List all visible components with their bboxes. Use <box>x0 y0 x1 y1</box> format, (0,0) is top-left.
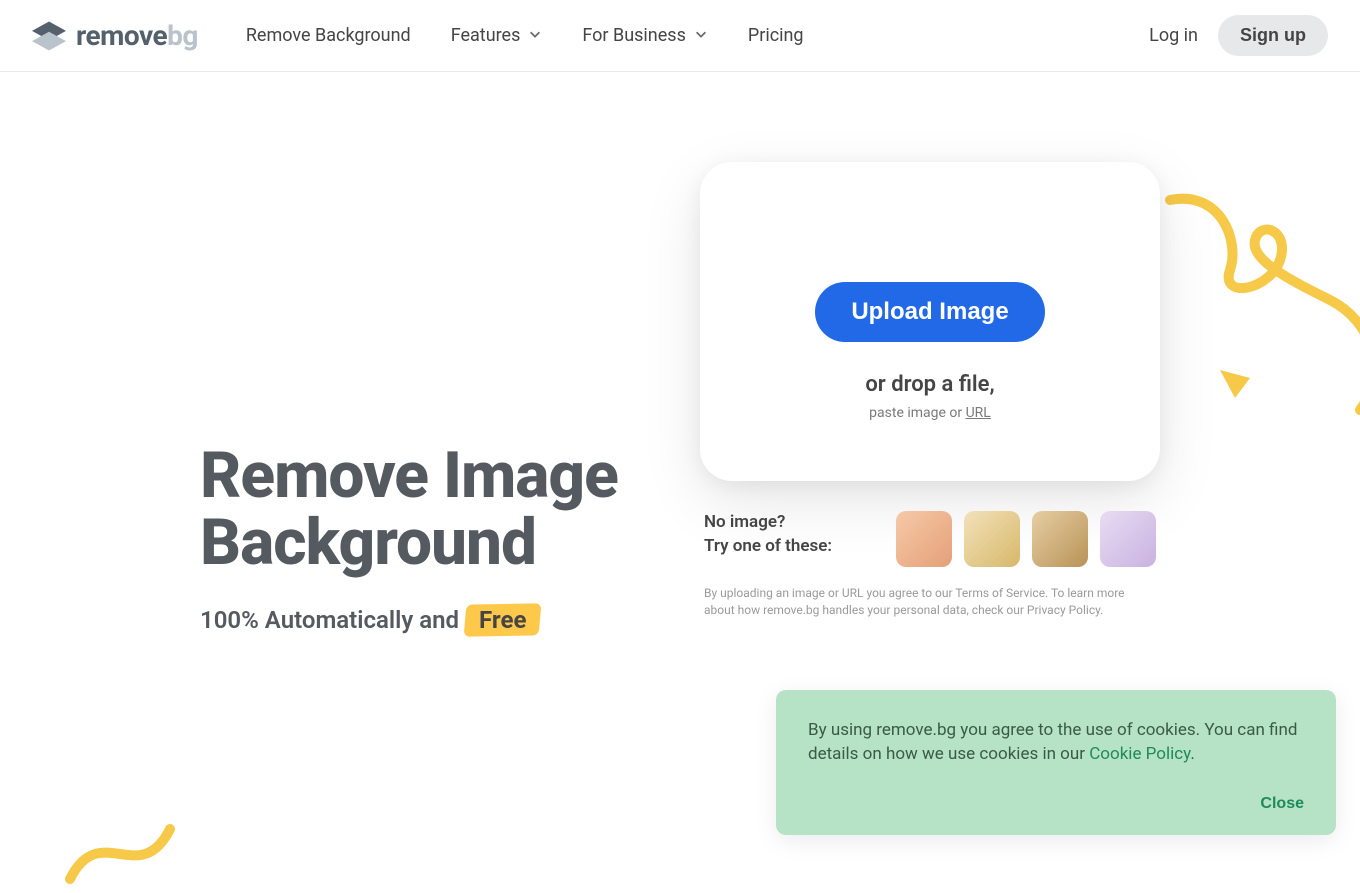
sample-thumb-1[interactable] <box>896 511 952 567</box>
cookie-policy-link[interactable]: Cookie Policy <box>1089 744 1190 764</box>
chevron-down-icon <box>528 25 542 46</box>
brand-main: remove <box>76 19 167 52</box>
sample-thumb-2[interactable] <box>964 511 1020 567</box>
brand-text: removebg <box>76 19 198 52</box>
cookie-close-button[interactable]: Close <box>1260 795 1304 813</box>
primary-nav: Remove Background Features For Business … <box>246 25 1149 46</box>
brand-suffix: bg <box>167 19 198 52</box>
nav-features[interactable]: Features <box>451 25 543 46</box>
free-badge: Free <box>465 604 540 636</box>
no-image-prompt: No image? Try one of these: <box>704 511 832 559</box>
sample-thumbs <box>896 511 1156 567</box>
cookie-text: By using remove.bg you agree to the use … <box>808 718 1304 767</box>
hero-section: Remove Image Background 100% Automatical… <box>0 262 1360 636</box>
brand-logo[interactable]: removebg <box>32 19 198 52</box>
decorative-squiggle-bottom <box>60 809 180 889</box>
noimage-line1: No image? <box>704 512 785 532</box>
nav-for-business[interactable]: For Business <box>582 25 707 46</box>
page-title: Remove Image Background <box>200 442 700 576</box>
drop-file-text: or drop a file, <box>740 372 1120 397</box>
title-line1: Remove Image <box>200 438 618 513</box>
hero-text: Remove Image Background 100% Automatical… <box>200 262 700 636</box>
upload-card[interactable]: Upload Image or drop a file, paste image… <box>700 162 1160 481</box>
sample-thumb-3[interactable] <box>1032 511 1088 567</box>
paste-prefix: paste image or <box>869 405 965 421</box>
auth-area: Log in Sign up <box>1149 15 1328 56</box>
below-upload: No image? Try one of these: By uploading… <box>700 511 1160 619</box>
title-line2: Background <box>200 505 536 580</box>
sample-thumb-4[interactable] <box>1100 511 1156 567</box>
noimage-line2: Try one of these: <box>704 536 832 556</box>
upload-image-button[interactable]: Upload Image <box>815 282 1044 342</box>
nav-features-label: Features <box>451 25 521 46</box>
site-header: removebg Remove Background Features For … <box>0 0 1360 72</box>
nav-business-label: For Business <box>582 25 685 46</box>
upload-disclaimer: By uploading an image or URL you agree t… <box>704 585 1134 619</box>
hero-subhead: 100% Automatically and Free <box>200 604 700 636</box>
subhead-prefix: 100% Automatically and <box>200 606 459 634</box>
cookie-text-prefix: By using remove.bg you agree to the use … <box>808 720 1297 765</box>
paste-hint: paste image or URL <box>740 405 1120 421</box>
logo-stack-icon <box>32 21 66 51</box>
cookie-banner: By using remove.bg you agree to the use … <box>776 690 1336 835</box>
cookie-text-suffix: . <box>1190 744 1194 764</box>
nav-remove-background[interactable]: Remove Background <box>246 25 411 46</box>
hero-upload: Upload Image or drop a file, paste image… <box>700 262 1160 636</box>
login-link[interactable]: Log in <box>1149 25 1198 46</box>
paste-url-link[interactable]: URL <box>966 405 991 421</box>
nav-pricing[interactable]: Pricing <box>748 25 804 46</box>
chevron-down-icon <box>694 25 708 46</box>
signup-button[interactable]: Sign up <box>1218 15 1328 56</box>
